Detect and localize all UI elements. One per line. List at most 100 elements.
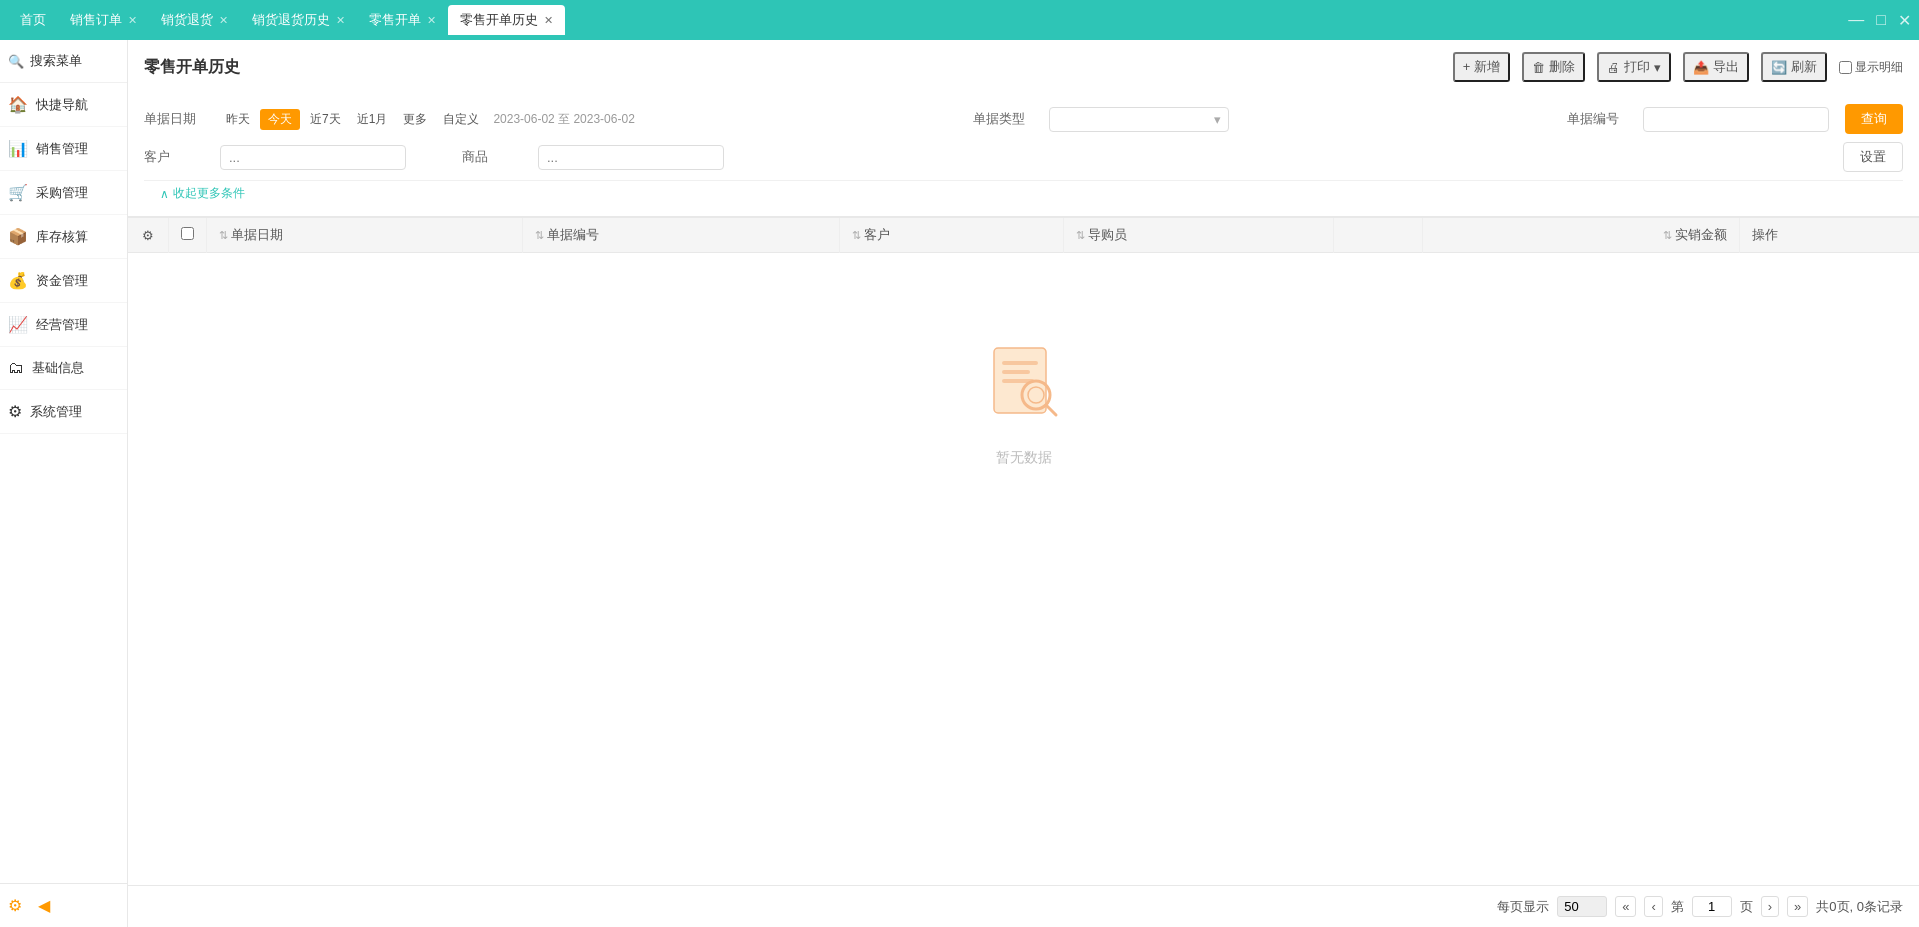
prev-page-button[interactable]: ‹ [1644,896,1662,917]
tab-retail-open-history-close[interactable]: ✕ [544,14,553,27]
minimize-button[interactable]: — [1848,11,1864,29]
sidebar-item-operations[interactable]: 📈 经营管理 [0,303,127,347]
collapse-label: 收起更多条件 [173,185,245,202]
col-gear[interactable]: ⚙ [128,218,168,253]
print-label: 打印 [1624,58,1650,76]
date-btn-1month[interactable]: 近1月 [351,109,394,130]
product-label: 商品 [462,148,522,166]
next-page-button[interactable]: › [1761,896,1779,917]
print-button[interactable]: 🖨 打印 ▾ [1597,52,1671,82]
delete-icon: 🗑 [1532,60,1545,75]
svg-rect-2 [1002,370,1030,374]
customer-input[interactable] [220,145,406,170]
export-icon: 📤 [1693,60,1709,75]
base-info-icon: 🗂 [8,359,24,377]
page-title: 零售开单历史 [144,57,240,78]
data-table: ⚙ 单据日期 单据编号 客户 导购员 实销金额 操作 [128,218,1919,547]
sidebar-item-purchase-mgmt[interactable]: 🛒 采购管理 [0,171,127,215]
tab-retail-open-label: 零售开单 [369,11,421,29]
maximize-button[interactable]: □ [1876,11,1886,29]
sidebar-settings-btn[interactable]: ⚙ [8,896,22,915]
sidebar-item-finance[interactable]: 💰 资金管理 [0,259,127,303]
sys-mgmt-icon: ⚙ [8,402,22,421]
tab-sales-return-history-close[interactable]: ✕ [336,14,345,27]
tab-sales-order-close[interactable]: ✕ [128,14,137,27]
tab-sales-return-close[interactable]: ✕ [219,14,228,27]
tab-home[interactable]: 首页 [8,5,58,35]
doc-type-label: 单据类型 [973,110,1033,128]
print-dropdown-icon: ▾ [1654,60,1661,75]
col-amount[interactable]: 实销金额 [1423,218,1740,253]
display-cols-button[interactable]: 显示明细 [1839,59,1903,76]
sidebar-item-sales-label: 销售管理 [36,140,88,158]
col-spacer [1334,218,1423,253]
tab-bar: 首页 销售订单 ✕ 销货退货 ✕ 销货退货历史 ✕ 零售开单 ✕ 零售开单历史 … [0,0,1919,40]
date-btn-more[interactable]: 更多 [397,109,433,130]
query-button[interactable]: 查询 [1845,104,1903,134]
col-customer[interactable]: 客户 [839,218,1063,253]
close-button[interactable]: ✕ [1898,11,1911,30]
delete-label: 删除 [1549,58,1575,76]
doc-type-select[interactable] [1049,107,1229,132]
product-input[interactable] [538,145,724,170]
page-label: 第 [1671,898,1684,916]
date-btn-7days[interactable]: 近7天 [304,109,347,130]
sidebar-item-finance-label: 资金管理 [36,272,88,290]
window-controls: — □ ✕ [1848,11,1911,30]
sidebar-item-sys-mgmt[interactable]: ⚙ 系统管理 [0,390,127,434]
col-date[interactable]: 单据日期 [206,218,523,253]
purchase-icon: 🛒 [8,183,28,202]
finance-icon: 💰 [8,271,28,290]
sidebar-item-base-info[interactable]: 🗂 基础信息 [0,347,127,390]
print-icon: 🖨 [1607,60,1620,75]
display-cols-checkbox[interactable] [1839,61,1852,74]
export-label: 导出 [1713,58,1739,76]
date-filter-label: 单据日期 [144,110,204,128]
collapse-up-icon: ∧ [160,187,169,201]
first-page-button[interactable]: « [1615,896,1636,917]
last-page-button[interactable]: » [1787,896,1808,917]
per-page-select[interactable]: 50 20 100 [1557,896,1607,917]
sidebar-item-sys-mgmt-label: 系统管理 [30,403,82,421]
tab-sales-return-label: 销货退货 [161,11,213,29]
table-header-row: ⚙ 单据日期 单据编号 客户 导购员 实销金额 操作 [128,218,1919,253]
collapse-more-btn[interactable]: ∧ 收起更多条件 [144,180,1903,206]
add-button[interactable]: + 新增 [1453,52,1510,82]
refresh-button[interactable]: 🔄 刷新 [1761,52,1827,82]
settings-button[interactable]: 设置 [1843,142,1903,172]
tab-retail-open-history[interactable]: 零售开单历史 ✕ [448,5,565,35]
tab-sales-return-history[interactable]: 销货退货历史 ✕ [240,5,357,35]
tab-retail-open-close[interactable]: ✕ [427,14,436,27]
page-number-input[interactable] [1692,896,1732,917]
tab-retail-open[interactable]: 零售开单 ✕ [357,5,448,35]
page-suffix: 页 [1740,898,1753,916]
filter-area: 单据日期 昨天 今天 近7天 近1月 更多 自定义 2023-06-02 至 2… [144,94,1903,216]
date-btn-yesterday[interactable]: 昨天 [220,109,256,130]
delete-button[interactable]: 🗑 删除 [1522,52,1585,82]
select-all-checkbox[interactable] [181,227,194,240]
sidebar-item-base-info-label: 基础信息 [32,359,84,377]
tab-sales-order[interactable]: 销售订单 ✕ [58,5,149,35]
doc-no-input[interactable] [1643,107,1829,132]
table-container: ⚙ 单据日期 单据编号 客户 导购员 实销金额 操作 [128,217,1919,885]
sidebar: 🔍 搜索菜单 🏠 快捷导航 📊 销售管理 🛒 采购管理 📦 库存核算 💰 资金管… [0,40,128,927]
sidebar-item-quick-nav-label: 快捷导航 [36,96,88,114]
toolbar: + 新增 🗑 删除 🖨 打印 ▾ 📤 导出 🔄 [1453,52,1903,82]
sidebar-item-sales-mgmt[interactable]: 📊 销售管理 [0,127,127,171]
export-button[interactable]: 📤 导出 [1683,52,1749,82]
sidebar-item-inventory[interactable]: 📦 库存核算 [0,215,127,259]
sidebar-item-quick-nav[interactable]: 🏠 快捷导航 [0,83,127,127]
date-btn-today[interactable]: 今天 [260,109,300,130]
sidebar-search-label: 搜索菜单 [30,52,82,70]
tab-sales-return[interactable]: 销货退货 ✕ [149,5,240,35]
col-guide[interactable]: 导购员 [1063,218,1333,253]
empty-state: 暂无数据 [128,253,1919,547]
date-btn-custom[interactable]: 自定义 [437,109,485,130]
sidebar-search[interactable]: 🔍 搜索菜单 [0,40,127,83]
customer-label: 客户 [144,148,204,166]
tab-sales-order-label: 销售订单 [70,11,122,29]
sidebar-collapse-btn[interactable]: ◀ [38,896,50,915]
svg-rect-1 [1002,361,1038,365]
refresh-icon: 🔄 [1771,60,1787,75]
col-doc-no[interactable]: 单据编号 [523,218,840,253]
